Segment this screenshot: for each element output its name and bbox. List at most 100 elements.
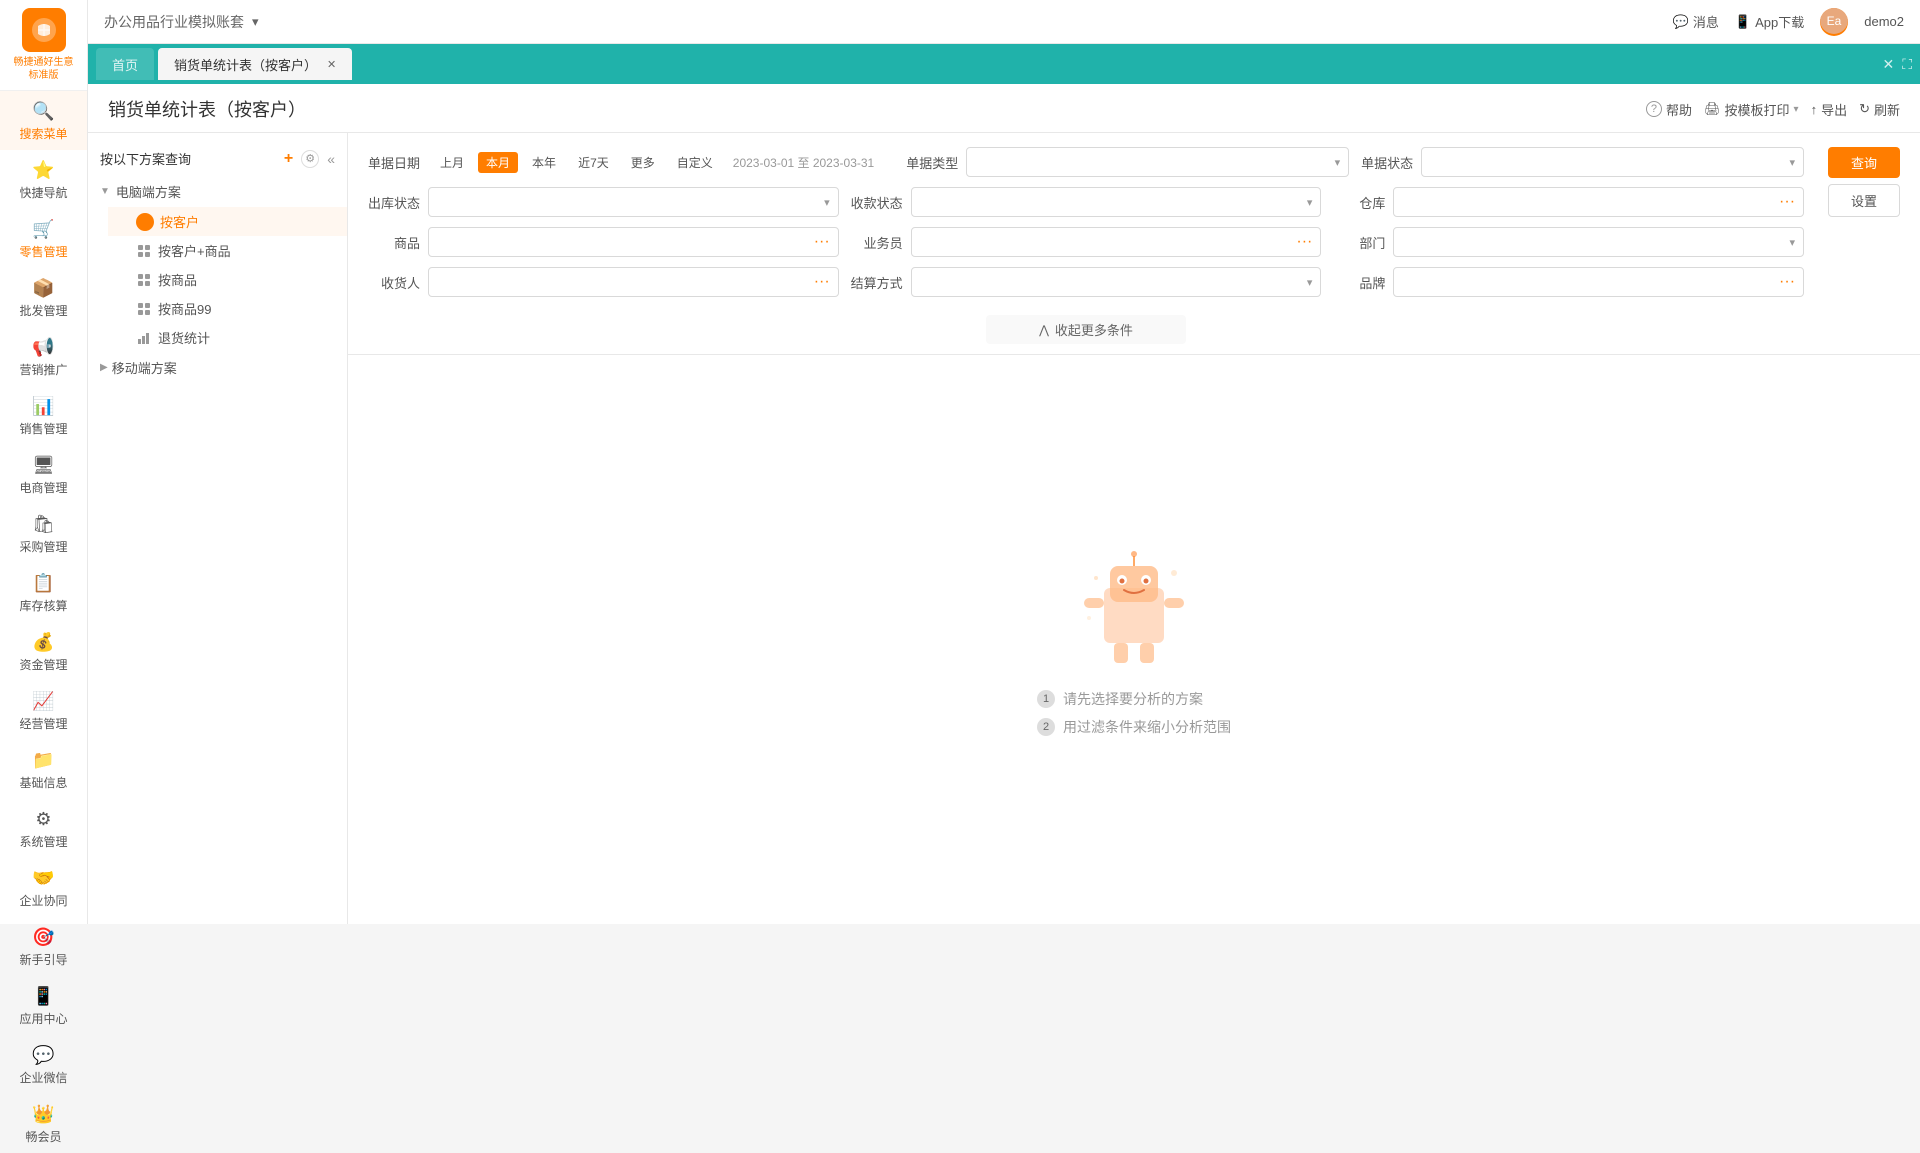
topbar-suite-dropdown[interactable]: ▾ — [252, 14, 259, 30]
left-panel-add-btn[interactable]: + — [284, 150, 293, 168]
tab-home[interactable]: 首页 — [96, 48, 154, 80]
tree-item-desktop[interactable]: ▼ 电脑端方案 — [88, 176, 347, 207]
sidebar-item-basic[interactable]: 📁 基础信息 — [0, 740, 87, 799]
sidebar-item-basic-label: 基础信息 — [19, 774, 67, 791]
export-icon: ↑ — [1811, 102, 1818, 117]
tree-toggle-desktop: ▼ — [100, 186, 110, 197]
sidebar-item-enterprise[interactable]: 🤝 企业协同 — [0, 858, 87, 917]
left-panel-settings-btn[interactable]: ⚙ — [301, 150, 319, 168]
filter-doc-type-label: 单据类型 — [906, 153, 958, 172]
filter-department-col: 部门 ▾ — [1333, 227, 1804, 257]
filter-btn-last-month[interactable]: 上月 — [432, 151, 472, 174]
sidebar-item-search[interactable]: 🔍 搜索菜单 — [0, 91, 87, 150]
sidebar-item-purchase[interactable]: 🛍 采购管理 — [0, 504, 87, 563]
filter-settlement-select[interactable]: ▾ — [911, 267, 1322, 297]
filter-btn-this-month[interactable]: 本月 — [478, 152, 518, 173]
print-dropdown-icon: ▾ — [1794, 104, 1799, 115]
filter-brand-input[interactable]: ··· — [1393, 267, 1804, 297]
tree-item-by-product-99[interactable]: 按商品99 — [108, 294, 347, 323]
settings-filter-btn[interactable]: 设置 — [1828, 184, 1900, 217]
doc-status-arrow-icon: ▾ — [1789, 156, 1795, 169]
template-print-btn[interactable]: 🖨 按模板打印 ▾ — [1704, 100, 1799, 119]
brand-dots-icon: ··· — [1779, 273, 1795, 291]
filter-btn-more[interactable]: 更多 — [623, 151, 663, 174]
tab-minimize-btn[interactable]: ✕ — [1882, 56, 1894, 73]
user-avatar[interactable]: Ea — [1820, 8, 1848, 36]
query-btn[interactable]: 查询 — [1828, 147, 1900, 178]
wholesale-icon: 📦 — [32, 278, 54, 299]
sidebar-item-system[interactable]: ⚙ 系统管理 — [0, 799, 87, 858]
filter-receiver-label: 收货人 — [368, 273, 420, 292]
sidebar-item-inventory[interactable]: 📋 库存核算 — [0, 563, 87, 622]
left-panel-collapse-btn[interactable]: « — [327, 151, 335, 167]
filter-receiver-input[interactable]: ··· — [428, 267, 839, 297]
tree-item-by-customer-product[interactable]: 按客户+商品 — [108, 236, 347, 265]
filter-btn-custom[interactable]: 自定义 — [669, 151, 721, 174]
sidebar-item-ecommerce[interactable]: 🖥 电商管理 — [0, 445, 87, 504]
marketing-icon: 📢 — [32, 337, 54, 358]
empty-hint-2-text: 用过滤条件来缩小分析范围 — [1063, 717, 1231, 737]
filter-payment-status-select[interactable]: ▾ — [911, 187, 1322, 217]
sidebar-item-wholesale[interactable]: 📦 批发管理 — [0, 268, 87, 327]
sidebar: 畅捷通好生意 标准版 🔍 搜索菜单 ⭐ 快捷导航 🛒 零售管理 📦 批发管理 📢… — [0, 0, 88, 924]
tree-label-by-product: 按商品 — [158, 270, 197, 289]
query-btns: 查询 设置 — [1816, 147, 1900, 217]
tree-item-mobile[interactable]: ▶ 移动端方案 — [88, 352, 347, 383]
filter-btn-this-year[interactable]: 本年 — [524, 151, 564, 174]
sidebar-item-quick-nav[interactable]: ⭐ 快捷导航 — [0, 150, 87, 209]
sidebar-item-corp-wechat[interactable]: 💬 企业微信 — [0, 1035, 87, 1094]
sidebar-item-retail[interactable]: 🛒 零售管理 — [0, 209, 87, 268]
tab-close-btn[interactable]: ✕ — [327, 58, 336, 71]
sidebar-item-search-label: 搜索菜单 — [19, 125, 67, 142]
sidebar-item-app-center-label: 应用中心 — [19, 1010, 67, 1027]
filter-date-group: 上月 本月 本年 近7天 更多 自定义 — [432, 151, 721, 174]
app-logo: 畅捷通好生意 标准版 — [0, 0, 87, 91]
app-download-btn[interactable]: 📱 App下载 — [1735, 12, 1804, 31]
filter-doc-status-col: 单据状态 ▾ — [1361, 147, 1804, 177]
return-stats-icon — [136, 330, 152, 346]
message-btn[interactable]: 💬 消息 — [1673, 12, 1719, 31]
sidebar-item-finance[interactable]: 💰 资金管理 — [0, 622, 87, 681]
collapse-btn[interactable]: ⋀ 收起更多条件 — [986, 315, 1186, 344]
filter-out-status-select[interactable]: ▾ — [428, 187, 839, 217]
topbar-suite-title: 办公用品行业模拟账套 — [104, 12, 244, 32]
tree-item-by-product[interactable]: 按商品 — [108, 265, 347, 294]
page: 销货单统计表（按客户） ? 帮助 🖨 按模板打印 ▾ ↑ 导出 ↻ 刷新 — [88, 84, 1920, 924]
export-btn[interactable]: ↑ 导出 — [1811, 100, 1848, 119]
page-header: 销货单统计表（按客户） ? 帮助 🖨 按模板打印 ▾ ↑ 导出 ↻ 刷新 — [88, 84, 1920, 133]
filter-doc-type-select[interactable]: ▾ — [966, 147, 1349, 177]
out-status-arrow-icon: ▾ — [824, 196, 830, 209]
filter-btn-last-7-days[interactable]: 近7天 — [570, 151, 617, 174]
sidebar-item-operations[interactable]: 📈 经营管理 — [0, 681, 87, 740]
filter-warehouse-input[interactable]: ··· — [1393, 187, 1804, 217]
left-panel-header: 按以下方案查询 + ⚙ « — [88, 143, 347, 176]
sidebar-item-wholesale-label: 批发管理 — [19, 302, 67, 319]
sidebar-item-member[interactable]: 👑 畅会员 — [0, 1094, 87, 1153]
salesperson-dots-icon: ··· — [1296, 233, 1312, 251]
tree-item-by-customer[interactable]: 按客户 — [108, 207, 347, 236]
tab-fullscreen-btn[interactable]: ⛶ — [1902, 56, 1912, 73]
avatar-initials: Ea — [1820, 8, 1848, 36]
sidebar-item-marketing[interactable]: 📢 营销推广 — [0, 327, 87, 386]
tabbar: 首页 销货单统计表（按客户） ✕ ✕ ⛶ — [88, 44, 1920, 84]
sidebar-item-app-center[interactable]: 📱 应用中心 — [0, 976, 87, 1035]
tab-sales-stats[interactable]: 销货单统计表（按客户） ✕ — [158, 48, 352, 80]
tree-item-return-stats[interactable]: 退货统计 — [108, 323, 347, 352]
sidebar-item-sales[interactable]: 📊 销售管理 — [0, 386, 87, 445]
filter-row-date: 单据日期 上月 本月 本年 近7天 更多 自定义 2023-03-01 至 20… — [368, 147, 1804, 177]
empty-hint-1-num: 1 — [1037, 690, 1055, 708]
by-customer-icon — [136, 213, 154, 231]
filter-doc-status-select[interactable]: ▾ — [1421, 147, 1804, 177]
basic-icon: 📁 — [32, 750, 54, 771]
refresh-btn[interactable]: ↻ 刷新 — [1859, 100, 1900, 119]
sidebar-item-newbie[interactable]: 🎯 新手引导 — [0, 917, 87, 976]
help-btn[interactable]: ? 帮助 — [1646, 100, 1692, 119]
main-area: 办公用品行业模拟账套 ▾ 💬 消息 📱 App下载 Ea — [88, 0, 1920, 924]
filter-department-select[interactable]: ▾ — [1393, 227, 1804, 257]
settlement-arrow-icon: ▾ — [1307, 276, 1313, 289]
by-product-99-icon — [136, 301, 152, 317]
newbie-icon: 🎯 — [32, 927, 54, 948]
filter-product-input[interactable]: ··· — [428, 227, 839, 257]
filter-salesperson-input[interactable]: ··· — [911, 227, 1322, 257]
department-arrow-icon: ▾ — [1789, 236, 1795, 249]
